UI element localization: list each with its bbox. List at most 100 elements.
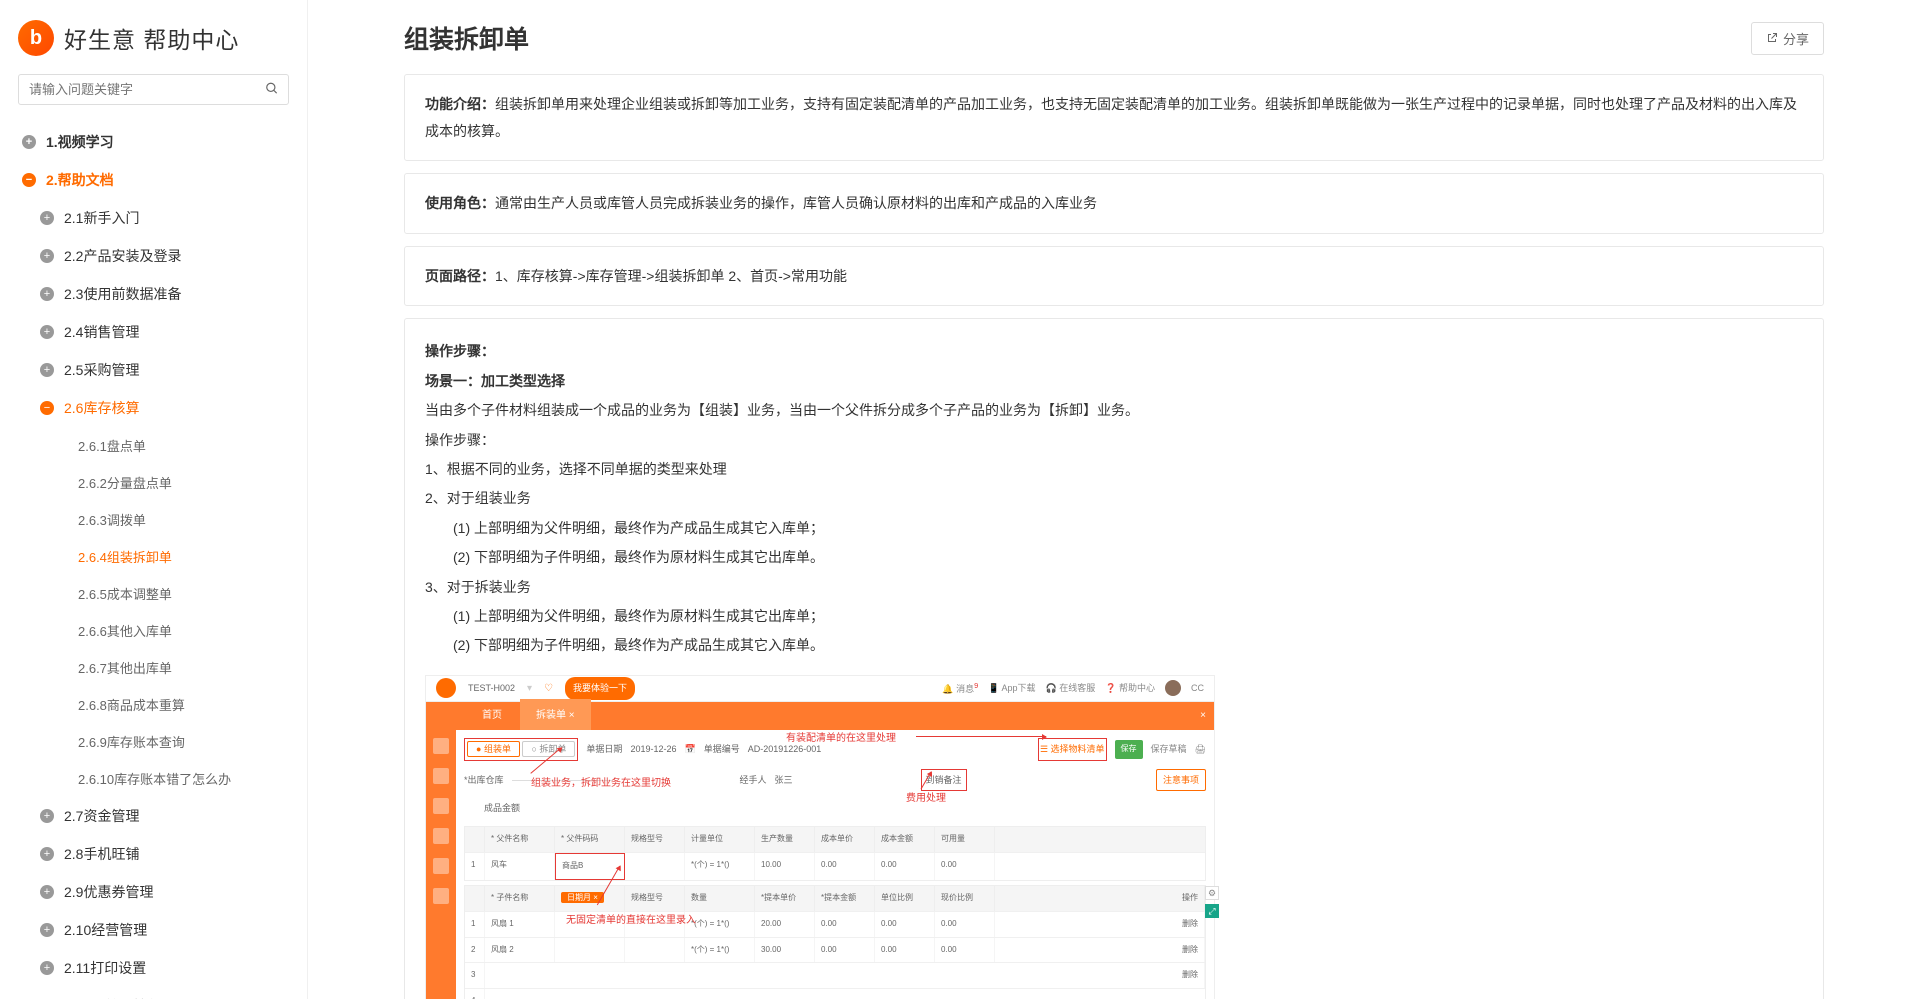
ss-radio-disassemble: ○ 拆卸单 xyxy=(522,741,575,757)
step3-1: (1) 上部明细为父件明细，最终作为原材料生成其它出库单； xyxy=(425,602,1803,631)
role-label: 使用角色： xyxy=(425,195,495,211)
nav-l2-2[interactable]: +2.2产品安装及登录 xyxy=(18,237,289,275)
ss-anno3: 费用处理 xyxy=(906,788,946,809)
share-icon xyxy=(1766,32,1778,44)
scene-desc: 当由多个子件材料组装成一个成品的业务为【组装】业务，当由一个父件拆分成多个子产品… xyxy=(425,396,1803,425)
search-icon[interactable] xyxy=(265,81,279,98)
ss-parent-table: * 父件名称 * 父件码码 规格型号 计量单位 生产数量 成本单价 成本金额 可… xyxy=(464,826,1206,881)
nav-l3-4[interactable]: 2.6.4组装拆卸单 xyxy=(18,538,289,575)
plus-icon: + xyxy=(40,809,54,823)
sidebar: b 好生意 帮助中心 +1.视频学习 −2.帮助文档 +2.1新手入门 +2.2… xyxy=(0,0,308,999)
embedded-screenshot: TEST-H002 ▾ ♡ 我要体验一下 🔔 消息9 📱 App下载 🎧 在线客… xyxy=(425,675,1215,999)
path-label: 页面路径： xyxy=(425,268,495,284)
intro-card: 功能介绍：组装拆卸单用来处理企业组装或拆卸等加工业务，支持有固定装配清单的产品加… xyxy=(404,74,1824,161)
ss-radio-assemble: ● 组装单 xyxy=(467,741,520,757)
logo-icon: b xyxy=(18,20,54,56)
ss-test-label: TEST-H002 xyxy=(468,679,515,698)
minus-icon: − xyxy=(22,173,36,187)
avatar-icon xyxy=(1165,680,1181,696)
page-header: 组装拆卸单 分享 xyxy=(404,20,1824,56)
plus-icon: + xyxy=(40,923,54,937)
ss-body: ● 组装单 ○ 拆卸单 单据日期 2019-12-26 📅 单据编号 AD-20… xyxy=(456,730,1214,999)
nav-l2-3[interactable]: +2.3使用前数据准备 xyxy=(18,275,289,313)
home-icon xyxy=(433,738,449,754)
nav-l3-3[interactable]: 2.6.3调拨单 xyxy=(18,501,289,538)
main-content: 组装拆卸单 分享 功能介绍：组装拆卸单用来处理企业组装或拆卸等加工业务，支持有固… xyxy=(308,0,1920,999)
plus-icon: + xyxy=(40,961,54,975)
box-icon xyxy=(433,828,449,844)
ss-sidebar xyxy=(426,730,456,999)
nav-l2-7[interactable]: +2.7资金管理 xyxy=(18,797,289,835)
list-icon xyxy=(433,858,449,874)
plus-icon: + xyxy=(22,135,36,149)
nav-l3-5[interactable]: 2.6.5成本调整单 xyxy=(18,575,289,612)
step1: 1、根据不同的业务，选择不同单据的类型来处理 xyxy=(425,455,1803,484)
nav-l3-2[interactable]: 2.6.2分量盘点单 xyxy=(18,464,289,501)
expand-icon: ⤢ xyxy=(1205,904,1219,918)
ss-save-btn: 保存 xyxy=(1115,740,1143,759)
cart-icon xyxy=(433,798,449,814)
nav-l3-9[interactable]: 2.6.9库存账本查询 xyxy=(18,723,289,760)
nav-l2-8[interactable]: +2.8手机旺铺 xyxy=(18,835,289,873)
ss-tab-home: 首页 xyxy=(466,699,518,732)
ss-tabs: 首页 拆装单 × × xyxy=(426,702,1214,730)
nav-l1-docs[interactable]: −2.帮助文档 xyxy=(18,161,289,199)
plus-icon: + xyxy=(40,885,54,899)
nav-l2-10[interactable]: +2.10经营管理 xyxy=(18,911,289,949)
plus-icon: + xyxy=(40,249,54,263)
ss-logo-icon xyxy=(436,678,456,698)
calc-icon xyxy=(433,888,449,904)
step2-1: (1) 上部明细为父件明细，最终作为产成品生成其它入库单； xyxy=(425,514,1803,543)
close-icon: × xyxy=(1200,705,1206,726)
nav-l1-video[interactable]: +1.视频学习 xyxy=(18,123,289,161)
steps-sub: 操作步骤： xyxy=(425,426,1803,455)
nav-l3-1[interactable]: 2.6.1盘点单 xyxy=(18,427,289,464)
path-card: 页面路径：1、库存核算->库存管理->组装拆卸单 2、首页->常用功能 xyxy=(404,246,1824,307)
nav-l3-7[interactable]: 2.6.7其他出库单 xyxy=(18,649,289,686)
scene-title: 场景一：加工类型选择 xyxy=(425,367,1803,396)
nav-l2-6[interactable]: −2.6库存核算 xyxy=(18,389,289,427)
nav-l2-9[interactable]: +2.9优惠券管理 xyxy=(18,873,289,911)
ss-child-table: * 子件名称 日期月 × 规格型号 数量 *提本单价 *提本金额 单位比例 现价… xyxy=(464,885,1206,999)
intro-label: 功能介绍： xyxy=(425,96,495,112)
share-button[interactable]: 分享 xyxy=(1751,22,1824,55)
path-text: 1、库存核算->库存管理->组装拆卸单 2、首页->常用功能 xyxy=(495,268,847,284)
search-input[interactable] xyxy=(18,74,289,105)
step2-2: (2) 下部明细为子件明细，最终作为原材料生成其它出库单。 xyxy=(425,543,1803,572)
steps-title: 操作步骤： xyxy=(425,337,1803,366)
nav-l3-6[interactable]: 2.6.6其他入库单 xyxy=(18,612,289,649)
search-box xyxy=(18,74,289,105)
ss-top-right: 🔔 消息9 📱 App下载 🎧 在线客服 ❓ 帮助中心 CC xyxy=(942,678,1204,699)
plus-icon: + xyxy=(40,363,54,377)
minus-icon: − xyxy=(40,401,54,415)
nav-l2-11[interactable]: +2.11打印设置 xyxy=(18,949,289,987)
nav-l2-1[interactable]: +2.1新手入门 xyxy=(18,199,289,237)
plus-icon: + xyxy=(40,211,54,225)
ss-anno4: 无固定清单的直接在这里录入 xyxy=(566,910,696,931)
nav-l2-12[interactable]: +2.12系统个性化设置 xyxy=(18,987,289,999)
plus-icon: + xyxy=(40,287,54,301)
ss-anno2: 组装业务，拆卸业务在这里切换 xyxy=(531,773,671,794)
intro-text: 组装拆卸单用来处理企业组装或拆卸等加工业务，支持有固定装配清单的产品加工业务，也… xyxy=(425,96,1797,139)
nav-l3-10[interactable]: 2.6.10库存账本错了怎么办 xyxy=(18,760,289,797)
brand-row: b 好生意 帮助中心 xyxy=(18,20,289,56)
role-card: 使用角色：通常由生产人员或库管人员完成拆装业务的操作，库管人员确认原材料的出库和… xyxy=(404,173,1824,234)
nav-l2-4[interactable]: +2.4销售管理 xyxy=(18,313,289,351)
ss-demo-btn: 我要体验一下 xyxy=(565,677,635,700)
step3: 3、对于拆装业务 xyxy=(425,573,1803,602)
nav-l2-5[interactable]: +2.5采购管理 xyxy=(18,351,289,389)
plus-icon: + xyxy=(40,325,54,339)
role-text: 通常由生产人员或库管人员完成拆装业务的操作，库管人员确认原材料的出库和产成品的入… xyxy=(495,195,1097,211)
ss-topbar: TEST-H002 ▾ ♡ 我要体验一下 🔔 消息9 📱 App下载 🎧 在线客… xyxy=(426,676,1214,702)
step3-2: (2) 下部明细为子件明细，最终作为产成品生成其它入库单。 xyxy=(425,631,1803,660)
nav-l3-8[interactable]: 2.6.8商品成本重算 xyxy=(18,686,289,723)
brand-title: 好生意 帮助中心 xyxy=(64,21,239,55)
menu-icon xyxy=(433,768,449,784)
gear-icon: ⚙ xyxy=(1205,886,1219,900)
steps-block: 操作步骤： 场景一：加工类型选择 当由多个子件材料组装成一个成品的业务为【组装】… xyxy=(404,318,1824,999)
plus-icon: + xyxy=(40,847,54,861)
ss-tab-form: 拆装单 × xyxy=(520,699,591,732)
step2: 2、对于组装业务 xyxy=(425,484,1803,513)
page-title: 组装拆卸单 xyxy=(404,20,529,56)
ss-anno1: 有装配清单的在这里处理 xyxy=(786,728,896,749)
